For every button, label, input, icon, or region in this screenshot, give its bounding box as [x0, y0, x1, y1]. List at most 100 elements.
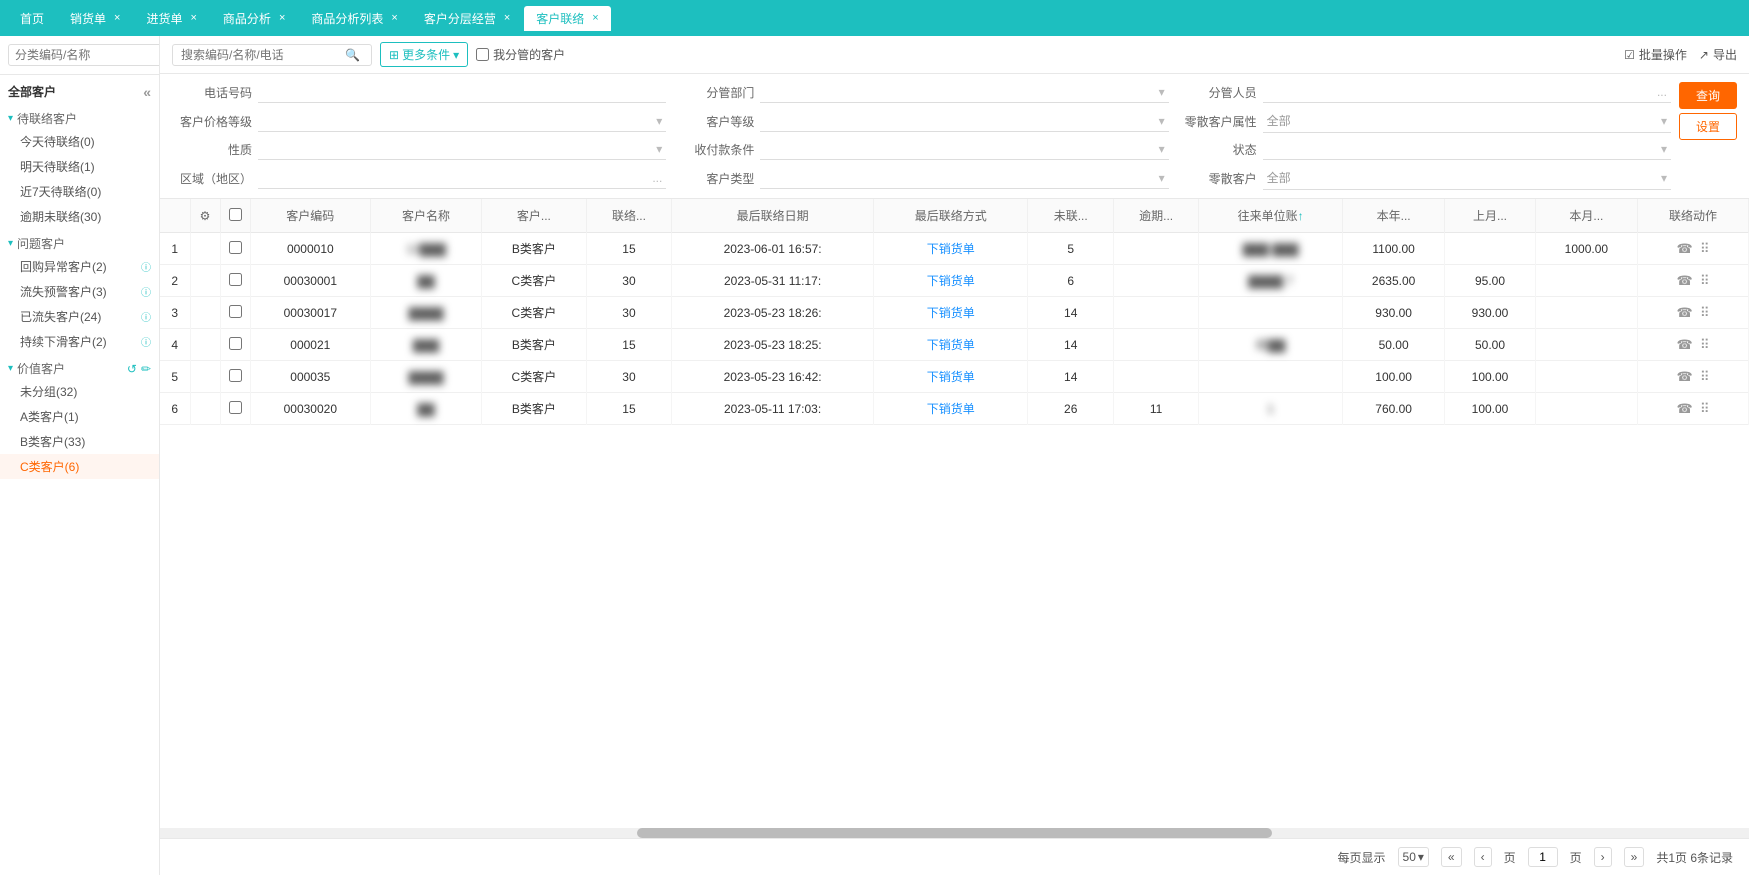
row-actions[interactable]: ☎ ⠿	[1638, 329, 1749, 361]
all-customers-header[interactable]: 全部客户 «	[0, 75, 159, 104]
group-problem-customers[interactable]: ▾ 问题客户	[0, 229, 159, 254]
batch-ops-button[interactable]: ☑ 批量操作	[1624, 46, 1687, 63]
export-button[interactable]: ↗ 导出	[1699, 46, 1737, 63]
sidebar-item-declining[interactable]: 持续下滑客户(2) ⓘ	[0, 329, 159, 354]
filter-payment-select[interactable]: ▾	[760, 139, 1168, 160]
sidebar-search-input[interactable]	[8, 44, 160, 66]
th-gear[interactable]: ⚙	[190, 199, 220, 233]
set-button[interactable]: 设置	[1679, 113, 1737, 140]
my-customers-checkbox[interactable]: 我分管的客户	[476, 46, 565, 63]
row-checkbox[interactable]	[220, 297, 250, 329]
sidebar-item-7day-contact[interactable]: 近7天待联络(0)	[0, 179, 159, 204]
filter-retail-select[interactable]: 全部 ▾	[1263, 166, 1671, 190]
close-product-analysis-icon[interactable]: ×	[279, 12, 285, 24]
sidebar-item-today-contact[interactable]: 今天待联络(0)	[0, 129, 159, 154]
more-actions-icon[interactable]: ⠿	[1698, 369, 1712, 384]
page-number-input[interactable]	[1528, 847, 1558, 867]
close-customer-layered-icon[interactable]: ×	[504, 12, 510, 24]
sidebar-item-churn-warning[interactable]: 流失预警客户(3) ⓘ	[0, 279, 159, 304]
more-filter-button[interactable]: ⊞ 更多条件 ▾	[380, 42, 468, 67]
sidebar-item-tomorrow-contact[interactable]: 明天待联络(1)	[0, 154, 159, 179]
contact-phone-icon[interactable]: ☎	[1675, 241, 1695, 256]
refresh-icon[interactable]: ↺	[127, 362, 137, 376]
row-select-checkbox[interactable]	[229, 369, 242, 382]
nav-purchase-order[interactable]: 进货单 ×	[134, 6, 208, 31]
select-all-checkbox[interactable]	[229, 208, 242, 221]
group-value-customers[interactable]: ▾ 价值客户 ↺ ✏	[0, 354, 159, 379]
page-size-select[interactable]: 50 ▾	[1398, 847, 1429, 867]
last-way-link[interactable]: 下销货单	[927, 274, 975, 288]
filter-region-select[interactable]: ...	[258, 168, 666, 189]
row-checkbox[interactable]	[220, 329, 250, 361]
close-product-list-icon[interactable]: ×	[391, 12, 397, 24]
nav-customer-contact[interactable]: 客户联络 ×	[524, 6, 610, 31]
last-way-link[interactable]: 下销货单	[927, 242, 975, 256]
filter-dept-select[interactable]: ▾	[760, 82, 1168, 103]
filter-status-select[interactable]: ▾	[1263, 139, 1671, 160]
nav-product-analysis[interactable]: 商品分析 ×	[211, 6, 297, 31]
last-way-link[interactable]: 下销货单	[927, 370, 975, 384]
my-customers-check[interactable]	[476, 48, 489, 61]
prev-page-button[interactable]: ‹	[1474, 847, 1492, 867]
sidebar-item-ungrouped[interactable]: 未分组(32)	[0, 379, 159, 404]
sidebar-item-repurchase-abnormal[interactable]: 回购异常客户(2) ⓘ	[0, 254, 159, 279]
last-way-link[interactable]: 下销货单	[927, 306, 975, 320]
nav-customer-layered[interactable]: 客户分层经营 ×	[412, 6, 522, 31]
sidebar-item-class-b[interactable]: B类客户(33)	[0, 429, 159, 454]
contact-phone-icon[interactable]: ☎	[1675, 337, 1695, 352]
more-actions-icon[interactable]: ⠿	[1698, 241, 1712, 256]
table-gear-icon[interactable]: ⚙	[200, 209, 211, 223]
filter-person-select[interactable]: ...	[1263, 82, 1671, 103]
row-checkbox[interactable]	[220, 361, 250, 393]
nav-sales-order[interactable]: 销货单 ×	[58, 6, 132, 31]
sidebar-item-churned[interactable]: 已流失客户(24) ⓘ	[0, 304, 159, 329]
contact-phone-icon[interactable]: ☎	[1675, 401, 1695, 416]
more-actions-icon[interactable]: ⠿	[1698, 401, 1712, 416]
row-actions[interactable]: ☎ ⠿	[1638, 393, 1749, 425]
collapse-icon[interactable]: «	[143, 84, 151, 100]
row-checkbox[interactable]	[220, 233, 250, 265]
first-page-button[interactable]: «	[1441, 847, 1462, 867]
last-way-link[interactable]: 下销货单	[927, 338, 975, 352]
last-way-link[interactable]: 下销货单	[927, 402, 975, 416]
close-customer-contact-icon[interactable]: ×	[592, 12, 598, 24]
more-actions-icon[interactable]: ⠿	[1698, 273, 1712, 288]
last-page-button[interactable]: »	[1624, 847, 1645, 867]
row-select-checkbox[interactable]	[229, 401, 242, 414]
query-button[interactable]: 查询	[1679, 82, 1737, 109]
row-select-checkbox[interactable]	[229, 241, 242, 254]
filter-phone-input[interactable]	[258, 82, 666, 103]
row-actions[interactable]: ☎ ⠿	[1638, 361, 1749, 393]
row-select-checkbox[interactable]	[229, 273, 242, 286]
th-checkbox[interactable]	[220, 199, 250, 233]
row-actions[interactable]: ☎ ⠿	[1638, 265, 1749, 297]
contact-phone-icon[interactable]: ☎	[1675, 273, 1695, 288]
row-checkbox[interactable]	[220, 393, 250, 425]
row-select-checkbox[interactable]	[229, 305, 242, 318]
sidebar-item-overdue-contact[interactable]: 逾期未联络(30)	[0, 204, 159, 229]
sidebar-item-class-a[interactable]: A类客户(1)	[0, 404, 159, 429]
more-actions-icon[interactable]: ⠿	[1698, 337, 1712, 352]
main-search-input[interactable]	[181, 48, 341, 62]
horizontal-scrollbar[interactable]	[160, 828, 1749, 838]
filter-nature-select[interactable]: ▾	[258, 139, 666, 160]
contact-phone-icon[interactable]: ☎	[1675, 369, 1695, 384]
nav-home[interactable]: 首页	[8, 6, 56, 31]
row-select-checkbox[interactable]	[229, 337, 242, 350]
filter-customer-level-select[interactable]: ▾	[760, 111, 1168, 132]
search-icon[interactable]: 🔍	[345, 48, 360, 62]
row-checkbox[interactable]	[220, 265, 250, 297]
sidebar-item-class-c[interactable]: C类客户(6)	[0, 454, 159, 479]
close-purchase-icon[interactable]: ×	[190, 12, 196, 24]
scrollbar-thumb[interactable]	[637, 828, 1273, 838]
next-page-button[interactable]: ›	[1594, 847, 1612, 867]
filter-price-level-select[interactable]: ▾	[258, 111, 666, 132]
row-actions[interactable]: ☎ ⠿	[1638, 297, 1749, 329]
filter-customer-type-select[interactable]: ▾	[760, 168, 1168, 189]
more-actions-icon[interactable]: ⠿	[1698, 305, 1712, 320]
nav-product-analysis-list[interactable]: 商品分析列表 ×	[299, 6, 409, 31]
group-pending-contact[interactable]: ▾ 待联络客户	[0, 104, 159, 129]
contact-phone-icon[interactable]: ☎	[1675, 305, 1695, 320]
filter-sparse-attr-select[interactable]: 全部 ▾	[1263, 109, 1671, 133]
row-actions[interactable]: ☎ ⠿	[1638, 233, 1749, 265]
